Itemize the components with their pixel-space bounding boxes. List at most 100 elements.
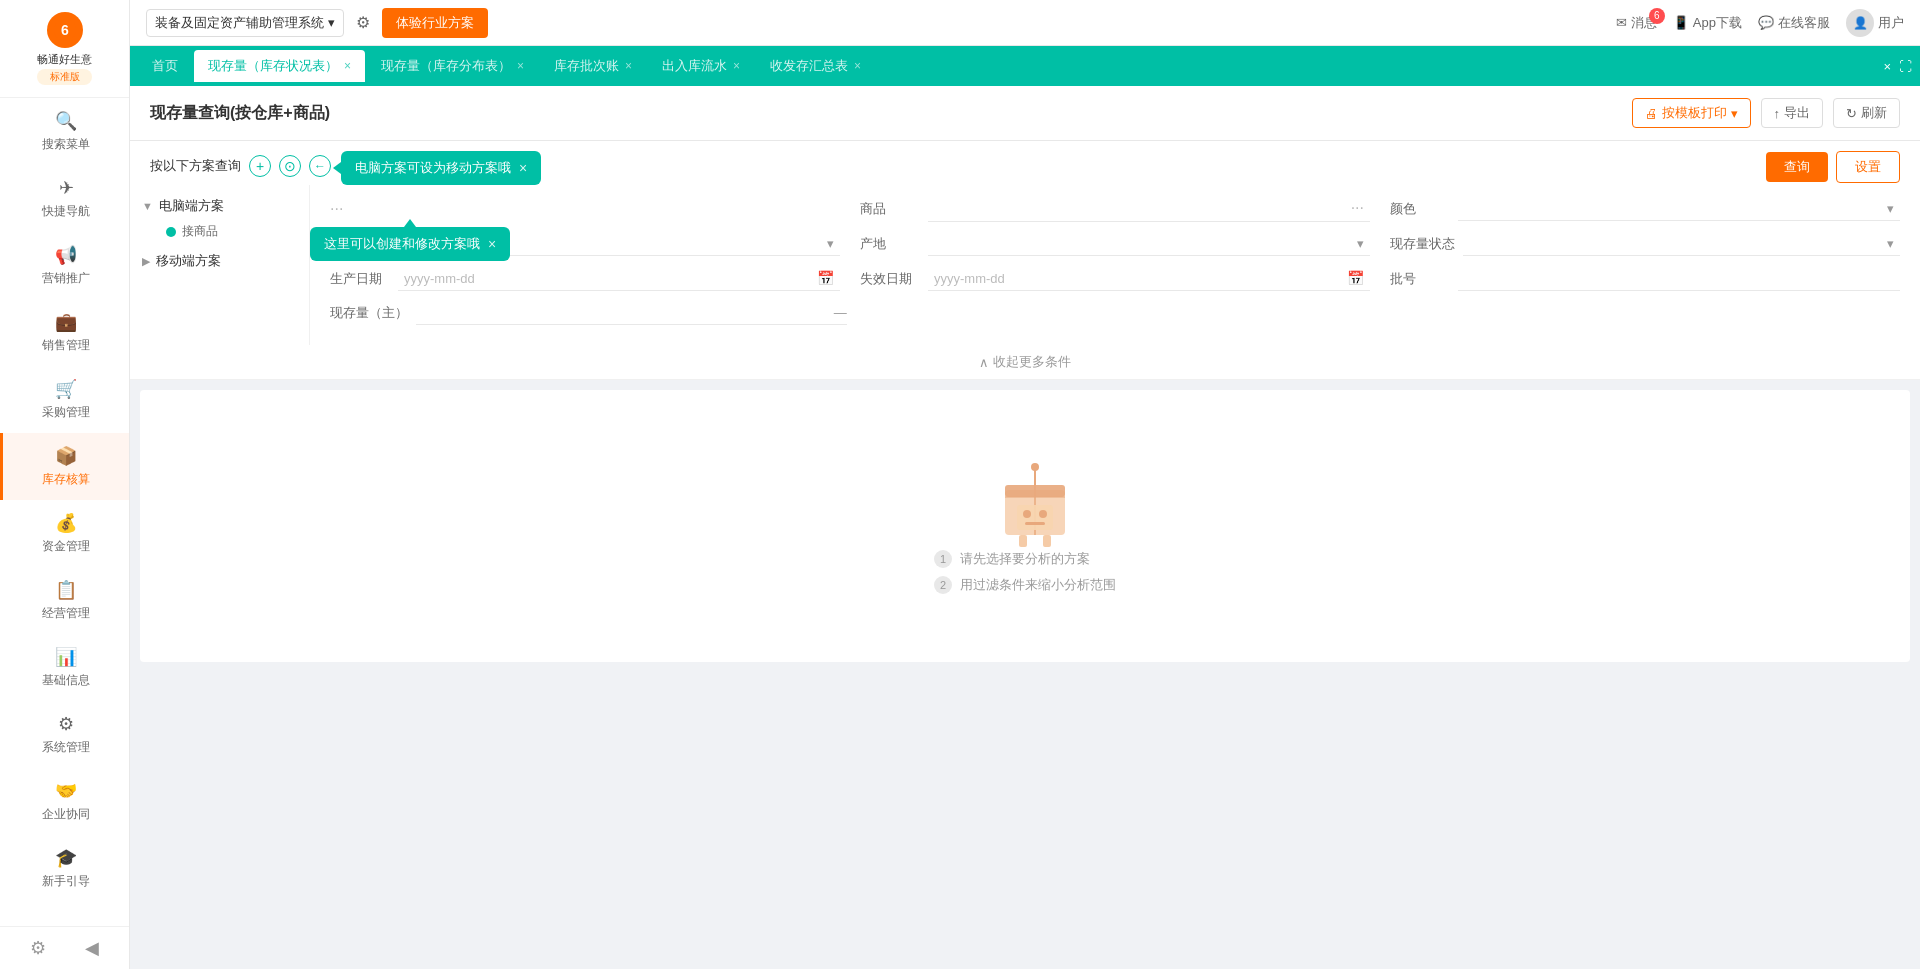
- tab-inventory-dist[interactable]: 现存量（库存分布表） ×: [367, 50, 538, 82]
- print-icon: 🖨: [1645, 106, 1658, 121]
- settings-icon[interactable]: ⚙: [356, 13, 370, 32]
- sidebar-item-quick[interactable]: ✈ 快捷导航: [0, 165, 129, 232]
- svg-rect-9: [1025, 522, 1045, 525]
- search-button[interactable]: 查询: [1766, 152, 1828, 182]
- tooltip-close-1[interactable]: ×: [519, 160, 527, 176]
- scheme-panel: ▼ 电脑端方案 接商品: [130, 185, 310, 345]
- goods-label: 商品: [860, 200, 920, 218]
- goods-select[interactable]: ···: [928, 195, 1370, 222]
- inventory-status-field-row: 现存量状态 ▾: [1390, 232, 1900, 256]
- tab-batch-ledger[interactable]: 库存批次账 ×: [540, 50, 646, 82]
- basic-icon: 📊: [55, 646, 77, 668]
- empty-step-1: 1 请先选择要分析的方案: [934, 550, 1116, 568]
- sidebar-item-inventory[interactable]: 📦 库存核算: [0, 433, 129, 500]
- color-select[interactable]: ▾: [1458, 197, 1900, 221]
- collapse-button[interactable]: ∧ 收起更多条件: [979, 353, 1071, 371]
- inventory-status-label: 现存量状态: [1390, 235, 1455, 253]
- empty-steps-list: 1 请先选择要分析的方案 2 用过滤条件来缩小分析范围: [934, 550, 1116, 602]
- tab-close-inout-flow[interactable]: ×: [733, 59, 740, 73]
- sales-icon: 💼: [55, 311, 77, 333]
- tab-inventory-status[interactable]: 现存量（库存状况表） ×: [194, 50, 365, 82]
- tab-close-inventory-dist[interactable]: ×: [517, 59, 524, 73]
- chevron-right-icon: ▼: [142, 200, 153, 212]
- calendar-icon-1: 📅: [817, 270, 834, 286]
- sidebar-item-operations[interactable]: 📋 经营管理: [0, 567, 129, 634]
- message-action[interactable]: ✉ 消息 6: [1616, 14, 1657, 32]
- page-actions: 🖨 按模板打印 ▾ ↑ 导出 ↻ 刷新: [1632, 98, 1901, 128]
- sidebar-item-enterprise[interactable]: 🤝 企业协同: [0, 768, 129, 835]
- svg-text:6: 6: [61, 22, 69, 38]
- tab-close-inventory-status[interactable]: ×: [344, 59, 351, 73]
- add-scheme-button[interactable]: +: [249, 155, 271, 177]
- support-icon: 💬: [1758, 15, 1774, 30]
- scheme-group-desktop-items: 接商品: [130, 219, 309, 244]
- collapse-up-icon: ∧: [979, 355, 989, 370]
- system-selector[interactable]: 装备及固定资产辅助管理系统 ▾: [146, 9, 344, 37]
- back-arrow-button[interactable]: ←: [309, 155, 331, 177]
- inventory-status-select[interactable]: ▾: [1463, 232, 1900, 256]
- sidebar-item-basic[interactable]: 📊 基础信息: [0, 634, 129, 701]
- reset-button[interactable]: 设置: [1836, 151, 1900, 183]
- expiry-date-input[interactable]: yyyy-mm-dd 📅: [928, 266, 1370, 291]
- svg-rect-13: [1043, 535, 1051, 547]
- inventory-status-dropdown-icon: ▾: [1887, 236, 1894, 251]
- scheme-group-mobile-header[interactable]: ▶ 移动端方案: [130, 248, 309, 274]
- scheme-item-by-goods[interactable]: 接商品: [182, 223, 218, 240]
- sidebar-item-sales[interactable]: 💼 销售管理: [0, 299, 129, 366]
- tooltip-text-2: 这里可以创建和修改方案哦: [324, 235, 480, 253]
- color-dropdown-icon: ▾: [1887, 201, 1894, 216]
- export-button[interactable]: ↑ 导出: [1761, 98, 1824, 128]
- user-action[interactable]: 👤 用户: [1846, 9, 1904, 37]
- sidebar-item-marketing[interactable]: 📢 营销推广: [0, 232, 129, 299]
- online-support-action[interactable]: 💬 在线客服: [1758, 14, 1830, 32]
- edit-scheme-button[interactable]: ⊙: [279, 155, 301, 177]
- tooltip-close-2[interactable]: ×: [488, 236, 496, 252]
- expiry-date-label: 失效日期: [860, 270, 920, 288]
- scheme-group-mobile: ▶ 移动端方案: [130, 248, 309, 274]
- size-dropdown-icon: ▾: [827, 236, 834, 251]
- goods-field-row: 商品 ···: [860, 195, 1370, 222]
- guide-icon: 🎓: [55, 847, 77, 869]
- calendar-icon-2: 📅: [1347, 270, 1364, 286]
- svg-point-7: [1023, 510, 1031, 518]
- batch-number-input[interactable]: [1458, 267, 1900, 291]
- sidebar-item-finance[interactable]: 💰 资金管理: [0, 500, 129, 567]
- sidebar-item-system[interactable]: ⚙ 系统管理: [0, 701, 129, 768]
- app-download-action[interactable]: 📱 App下载: [1673, 14, 1742, 32]
- marketing-icon: 📢: [55, 244, 77, 266]
- batch-number-row: 批号: [1390, 266, 1900, 291]
- system-icon: ⚙: [58, 713, 74, 735]
- maximize-icon[interactable]: ⛶: [1899, 59, 1912, 74]
- tab-receive-summary[interactable]: 收发存汇总表 ×: [756, 50, 875, 82]
- close-all-tabs-icon[interactable]: ×: [1883, 59, 1891, 74]
- sidebar-item-purchase[interactable]: 🛒 采购管理: [0, 366, 129, 433]
- tab-home[interactable]: 首页: [138, 50, 192, 82]
- filter-inner: ▼ 电脑端方案 接商品: [130, 185, 1920, 345]
- production-date-input[interactable]: yyyy-mm-dd 📅: [398, 266, 840, 291]
- template-print-button[interactable]: 🖨 按模板打印 ▾: [1632, 98, 1751, 128]
- current-inventory-input[interactable]: [416, 301, 828, 324]
- tab-close-batch-ledger[interactable]: ×: [625, 59, 632, 73]
- trial-button[interactable]: 体验行业方案: [382, 8, 488, 38]
- origin-select[interactable]: ▾: [928, 232, 1370, 256]
- collapse-sidebar-icon[interactable]: ◀: [85, 937, 99, 959]
- header-right: ✉ 消息 6 📱 App下载 💬 在线客服 👤 用户: [1616, 9, 1904, 37]
- finance-icon: 💰: [55, 512, 77, 534]
- settings-bottom-icon[interactable]: ⚙: [30, 937, 46, 959]
- refresh-button[interactable]: ↻ 刷新: [1833, 98, 1900, 128]
- page-title: 现存量查询(按仓库+商品): [150, 103, 330, 124]
- quick-icon: ✈: [59, 177, 74, 199]
- tab-inout-flow[interactable]: 出入库流水 ×: [648, 50, 754, 82]
- empty-state: 1 请先选择要分析的方案 2 用过滤条件来缩小分析范围: [140, 390, 1910, 662]
- svg-point-8: [1039, 510, 1047, 518]
- scheme-group-desktop-header[interactable]: ▼ 电脑端方案: [130, 193, 309, 219]
- page-header: 现存量查询(按仓库+商品) 🖨 按模板打印 ▾ ↑ 导出 ↻ 刷新: [130, 86, 1920, 141]
- goods-dots: ···: [1351, 199, 1364, 217]
- sidebar-item-guide[interactable]: 🎓 新手引导: [0, 835, 129, 902]
- content-area: 现存量查询(按仓库+商品) 🖨 按模板打印 ▾ ↑ 导出 ↻ 刷新: [130, 86, 1920, 969]
- warehouse-dots[interactable]: ···: [330, 200, 343, 218]
- sidebar-item-search[interactable]: 🔍 搜索菜单: [0, 98, 129, 165]
- sidebar-nav: 🔍 搜索菜单 ✈ 快捷导航 📢 营销推广 💼 销售管理 🛒 采购管理 📦 库存核…: [0, 98, 129, 926]
- tab-close-receive-summary[interactable]: ×: [854, 59, 861, 73]
- message-badge: 6: [1649, 8, 1665, 24]
